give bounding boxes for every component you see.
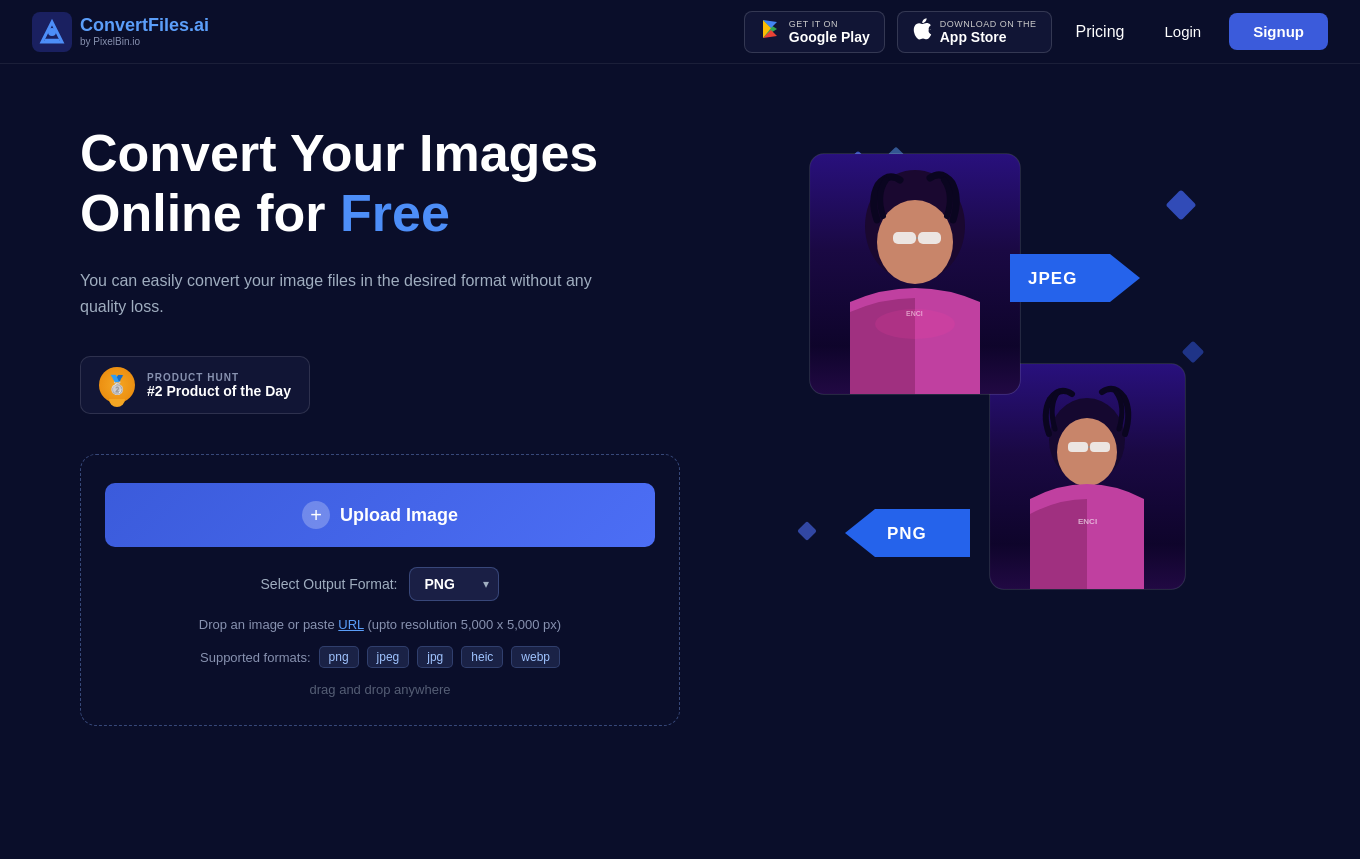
svg-rect-22 xyxy=(918,232,941,244)
svg-marker-27 xyxy=(1110,254,1140,302)
format-row: Select Output Format: PNG JPEG JPG WEBP … xyxy=(105,567,655,601)
upload-box: + Upload Image Select Output Format: PNG… xyxy=(80,454,680,726)
illustration: ENCI xyxy=(790,144,1210,604)
svg-rect-8 xyxy=(1182,341,1205,364)
left-column: Convert Your Images Online for Free You … xyxy=(80,124,680,726)
navbar: ConvertFiles.ai by PixelBin.io GET IT ON… xyxy=(0,0,1360,64)
svg-rect-13 xyxy=(1068,442,1088,452)
logo-main: ConvertFiles.ai xyxy=(80,16,209,36)
login-button[interactable]: Login xyxy=(1148,15,1217,48)
svg-point-12 xyxy=(1057,418,1117,486)
upload-image-button[interactable]: + Upload Image xyxy=(105,483,655,547)
format-tag-jpg: jpg xyxy=(417,646,453,668)
app-store-badge[interactable]: Download on the App Store xyxy=(897,11,1052,53)
right-column: ENCI xyxy=(720,124,1280,604)
hero-subtitle: You can easily convert your image files … xyxy=(80,268,600,321)
nav-right: GET IT ON Google Play Download on the Ap… xyxy=(744,11,1328,53)
logo-icon xyxy=(32,12,72,52)
png-arrow: PNG xyxy=(845,509,970,557)
format-label: Select Output Format: xyxy=(261,576,398,592)
logo-text: ConvertFiles.ai by PixelBin.io xyxy=(80,16,209,47)
app-store-text: Download on the App Store xyxy=(940,19,1037,45)
product-hunt-badge: 🥈 PRODUCT HUNT #2 Product of the Day xyxy=(80,356,310,414)
format-tag-webp: webp xyxy=(511,646,560,668)
pricing-link[interactable]: Pricing xyxy=(1064,23,1137,41)
bg-image-card: ENCI xyxy=(990,364,1185,589)
apple-icon xyxy=(912,18,932,46)
upload-plus-icon: + xyxy=(302,501,330,529)
svg-rect-3 xyxy=(1165,189,1196,220)
fg-image-card: ENCI xyxy=(810,154,1020,394)
svg-rect-6 xyxy=(797,521,817,541)
svg-point-25 xyxy=(875,309,955,339)
output-format-select[interactable]: PNG JPEG JPG WEBP HEIC GIF BMP TIFF xyxy=(409,567,499,601)
jpeg-arrow: JPEG xyxy=(1010,254,1140,302)
supported-label: Supported formats: xyxy=(200,650,311,665)
supported-formats-row: Supported formats: png jpeg jpg heic web… xyxy=(105,646,655,668)
format-select-wrapper: PNG JPEG JPG WEBP HEIC GIF BMP TIFF xyxy=(409,567,499,601)
drag-drop-text: drag and drop anywhere xyxy=(105,682,655,697)
svg-rect-21 xyxy=(893,232,916,244)
google-play-text: GET IT ON Google Play xyxy=(789,19,870,45)
logo-sub: by PixelBin.io xyxy=(80,36,209,47)
drop-url-row: Drop an image or paste URL (upto resolut… xyxy=(105,617,655,632)
svg-marker-29 xyxy=(845,509,875,557)
product-hunt-medal-icon: 🥈 xyxy=(99,367,135,403)
svg-text:PNG: PNG xyxy=(887,524,927,543)
svg-point-2 xyxy=(48,28,56,36)
svg-text:JPEG: JPEG xyxy=(1028,269,1077,288)
url-link[interactable]: URL xyxy=(338,617,364,632)
google-play-icon xyxy=(759,18,781,46)
format-tag-png: png xyxy=(319,646,359,668)
product-hunt-text: PRODUCT HUNT #2 Product of the Day xyxy=(147,372,291,399)
svg-rect-14 xyxy=(1090,442,1110,452)
signup-button[interactable]: Signup xyxy=(1229,13,1328,50)
logo-link[interactable]: ConvertFiles.ai by PixelBin.io xyxy=(32,12,209,52)
svg-text:ENCI: ENCI xyxy=(1078,517,1097,526)
main-content: Convert Your Images Online for Free You … xyxy=(0,64,1360,766)
format-tag-heic: heic xyxy=(461,646,503,668)
format-tag-jpeg: jpeg xyxy=(367,646,410,668)
hero-title: Convert Your Images Online for Free xyxy=(80,124,680,244)
google-play-badge[interactable]: GET IT ON Google Play xyxy=(744,11,885,53)
illustration-svg: ENCI xyxy=(790,144,1210,604)
